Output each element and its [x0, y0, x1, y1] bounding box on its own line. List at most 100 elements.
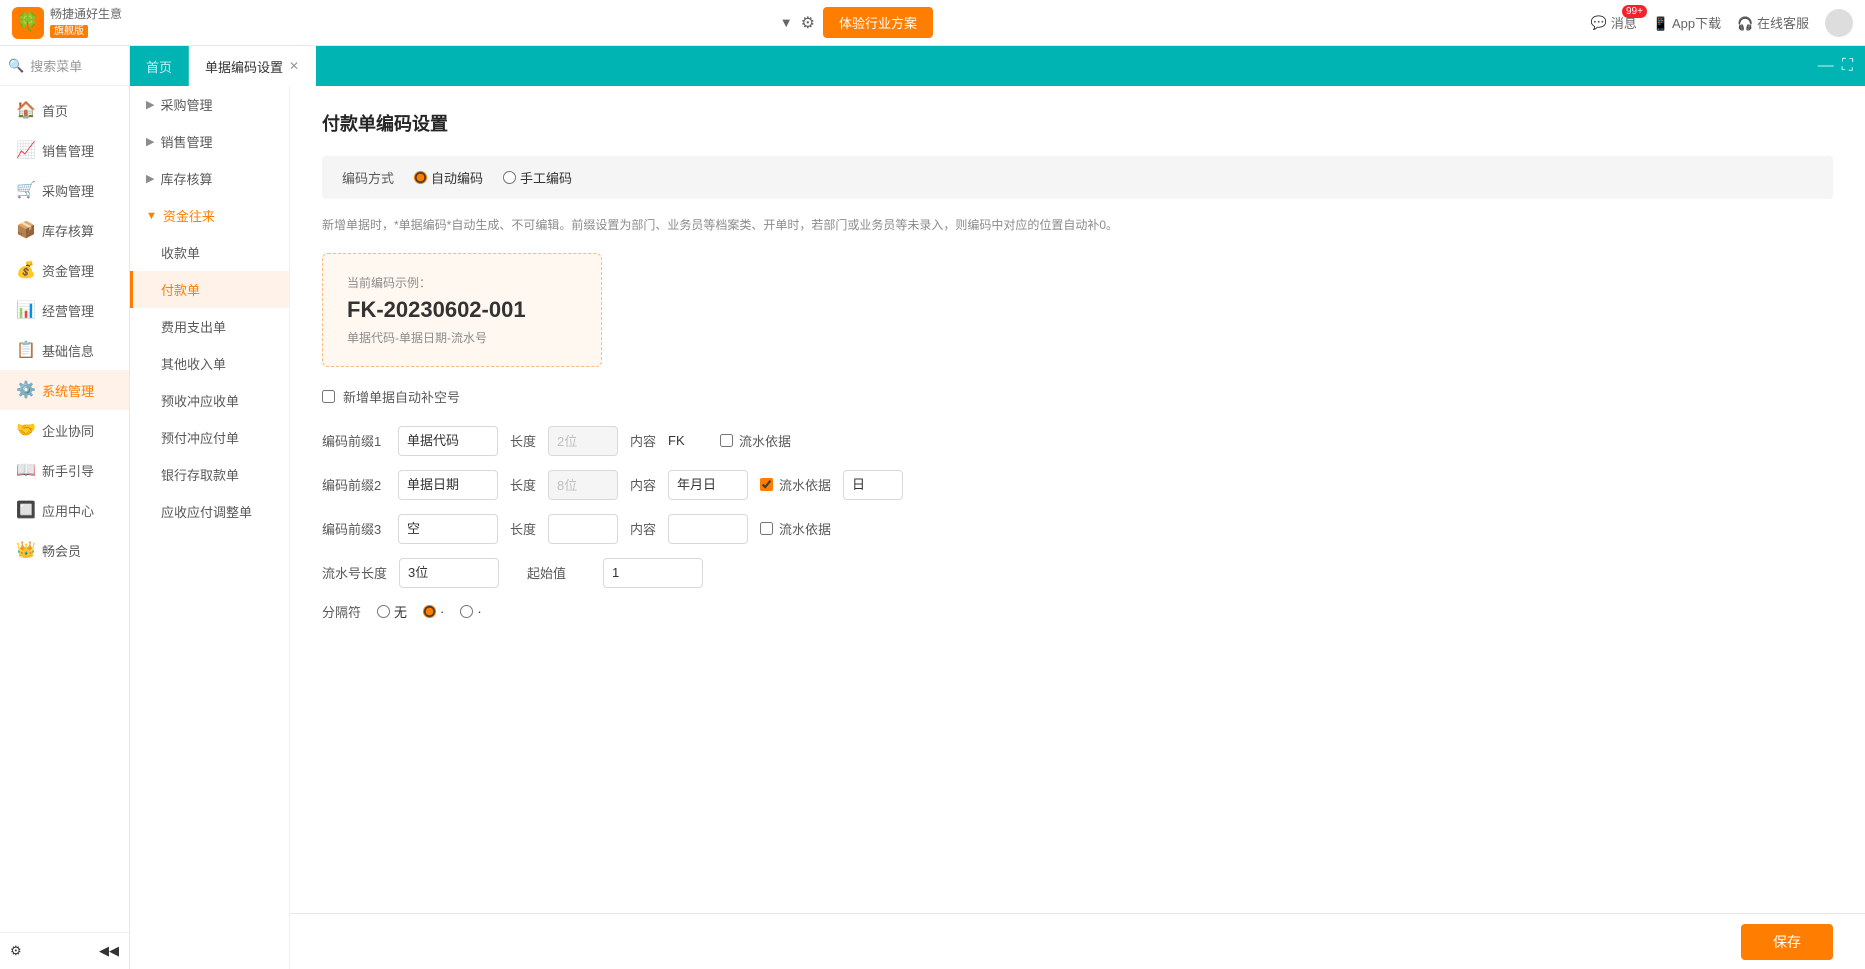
sidebar-item-guide[interactable]: 📖 新手引导 — [0, 450, 129, 490]
topbar-center: ▼ ⚙ 体验行业方案 — [780, 7, 933, 38]
sidebar-item-enterprise[interactable]: 🤝 企业协同 — [0, 410, 129, 450]
page-title: 付款单编码设置 — [322, 110, 1833, 136]
description-text: 新增单据时，*单据编码*自动生成、不可编辑。前缀设置为部门、业务员等档案类、开单… — [322, 215, 1833, 237]
app-download[interactable]: 📱 App下载 — [1653, 13, 1721, 32]
prefix1-select[interactable]: 单据代码 部门 业务员 — [398, 426, 498, 456]
submenu-item-receipt[interactable]: 收款单 — [130, 234, 289, 271]
encoding-method-row: 编码方式 自动编码 手工编码 — [322, 156, 1833, 199]
sep-dot2-radio[interactable]: · — [460, 604, 481, 619]
submenu: ▶ 采购管理 ▶ 销售管理 ▶ 库存核算 ▼ 资金往来 收款单 — [130, 86, 290, 969]
settings-icon[interactable]: ⚙ — [801, 13, 815, 33]
start-value-input[interactable] — [603, 558, 703, 588]
submenu-item-other-income[interactable]: 其他收入单 — [130, 345, 289, 382]
submenu-item-bank[interactable]: 银行存取款单 — [130, 456, 289, 493]
submenu-item-payment[interactable]: 付款单 — [130, 271, 289, 308]
sales-icon: 📈 — [16, 140, 34, 160]
sidebar-item-member[interactable]: 👑 畅会员 — [0, 530, 129, 570]
prefix1-length-input — [548, 426, 618, 456]
sidebar-bottom: ⚙ ◀◀ — [0, 932, 129, 969]
tab-home[interactable]: 首页 — [130, 46, 189, 86]
nav-dropdown[interactable]: ▼ — [780, 15, 793, 30]
submenu-purchase[interactable]: ▶ 采购管理 — [130, 86, 289, 123]
purchase-icon: 🛒 — [16, 180, 34, 200]
sidebar-item-home[interactable]: 🏠 首页 — [0, 90, 129, 130]
prefix3-content-input[interactable] — [668, 514, 748, 544]
tab-maximize-icon[interactable]: ⛶ — [1842, 57, 1853, 75]
tab-bar-right: — ⛶ — [1818, 57, 1865, 75]
prefix3-length-select[interactable]: 2位 4位 — [548, 514, 618, 544]
submenu-item-pre-payable[interactable]: 预付冲应付单 — [130, 419, 289, 456]
operations-icon: 📊 — [16, 300, 34, 320]
tab-bar: 首页 单据编码设置 ✕ — ⛶ — [130, 46, 1865, 86]
submenu-finance[interactable]: ▼ 资金往来 — [130, 197, 289, 234]
online-service[interactable]: 🎧 在线客服 — [1737, 13, 1809, 32]
sidebar-item-base[interactable]: 📋 基础信息 — [0, 330, 129, 370]
sidebar: 🔍 搜索菜单 🏠 首页 📈 销售管理 🛒 采购管理 📦 库存核算 💰 — [0, 46, 130, 969]
prefix2-flow-select[interactable]: 日 月 年 — [843, 470, 903, 500]
sidebar-nav: 🏠 首页 📈 销售管理 🛒 采购管理 📦 库存核算 💰 资金管理 📊 经 — [0, 86, 129, 932]
sidebar-item-finance[interactable]: 💰 资金管理 — [0, 250, 129, 290]
prefix-row-2: 编码前缀2 单据日期 部门 业务员 长度 内容 年月日 年月 年 — [322, 470, 1833, 500]
logo-icon: 🍀 — [12, 7, 44, 39]
content-wrapper: 首页 单据编码设置 ✕ — ⛶ ▶ 采购管理 ▶ 销售管理 — [130, 46, 1865, 969]
serial-length-row: 流水号长度 3位 4位 5位 起始值 — [322, 558, 1833, 588]
serial-length-select[interactable]: 3位 4位 5位 — [399, 558, 499, 588]
submenu-finance-items: 收款单 付款单 费用支出单 其他收入单 预收冲应收单 预付冲 — [130, 234, 289, 530]
main-content: 付款单编码设置 编码方式 自动编码 手工编码 — [290, 86, 1865, 913]
topbar-right: 💬 消息 99+ 📱 App下载 🎧 在线客服 — [1591, 9, 1853, 37]
inventory-icon: 📦 — [16, 220, 34, 240]
sidebar-item-sales[interactable]: 📈 销售管理 — [0, 130, 129, 170]
logo-area: 🍀 畅捷通好生意 旗舰版 — [12, 7, 122, 39]
logo-text: 畅捷通好生意 旗舰版 — [50, 7, 122, 38]
message-badge: 99+ — [1622, 5, 1647, 18]
sidebar-item-operations[interactable]: 📊 经营管理 — [0, 290, 129, 330]
sep-dot-radio[interactable]: · — [423, 604, 444, 619]
prefix2-flow-checkbox[interactable]: 流水依据 — [760, 475, 831, 494]
sidebar-search[interactable]: 🔍 搜索菜单 — [0, 46, 129, 86]
apps-icon: 🔲 — [16, 500, 34, 520]
home-icon: 🏠 — [16, 100, 34, 120]
sep-none-radio[interactable]: 无 — [377, 602, 407, 621]
finance-icon: 💰 — [16, 260, 34, 280]
separator-row: 分隔符 无 · · — [322, 602, 1833, 621]
prefix2-length-input — [548, 470, 618, 500]
user-avatar[interactable] — [1825, 9, 1853, 37]
prefix-row-3: 编码前缀3 空 部门 业务员 长度 2位 4位 内容 — [322, 514, 1833, 544]
prefix2-content-select[interactable]: 年月日 年月 年 — [668, 470, 748, 500]
bottom-bar: 保存 — [290, 913, 1865, 969]
topbar-left: 🍀 畅捷通好生意 旗舰版 — [12, 7, 122, 39]
tab-minimize-icon[interactable]: — — [1818, 57, 1834, 75]
search-icon: 🔍 — [8, 58, 24, 74]
auto-fill-checkbox[interactable] — [322, 390, 335, 403]
topbar: 🍀 畅捷通好生意 旗舰版 ▼ ⚙ 体验行业方案 💬 消息 99+ 📱 App下载… — [0, 0, 1865, 46]
message-area[interactable]: 💬 消息 99+ — [1591, 13, 1637, 32]
enterprise-icon: 🤝 — [16, 420, 34, 440]
sidebar-item-apps[interactable]: 🔲 应用中心 — [0, 490, 129, 530]
auto-code-radio[interactable]: 自动编码 — [414, 168, 483, 187]
prefix3-flow-checkbox[interactable]: 流水依据 — [760, 519, 831, 538]
save-button[interactable]: 保存 — [1741, 924, 1833, 960]
sidebar-item-purchase[interactable]: 🛒 采购管理 — [0, 170, 129, 210]
submenu-item-pre-receivable[interactable]: 预收冲应收单 — [130, 382, 289, 419]
prefix3-select[interactable]: 空 部门 业务员 — [398, 514, 498, 544]
submenu-inventory[interactable]: ▶ 库存核算 — [130, 160, 289, 197]
sidebar-item-system[interactable]: ⚙️ 系统管理 — [0, 370, 129, 410]
guide-icon: 📖 — [16, 460, 34, 480]
main-container: 🔍 搜索菜单 🏠 首页 📈 销售管理 🛒 采购管理 📦 库存核算 💰 — [0, 46, 1865, 969]
sidebar-item-inventory[interactable]: 📦 库存核算 — [0, 210, 129, 250]
system-icon: ⚙️ — [16, 380, 34, 400]
manual-code-radio[interactable]: 手工编码 — [503, 168, 572, 187]
tab-serial[interactable]: 单据编码设置 ✕ — [189, 46, 316, 86]
tab-close-icon[interactable]: ✕ — [289, 59, 299, 73]
submenu-item-expense[interactable]: 费用支出单 — [130, 308, 289, 345]
settings-bottom-icon[interactable]: ⚙ — [10, 943, 22, 959]
prefix1-flow-checkbox[interactable]: 流水依据 — [720, 431, 791, 450]
collapse-icon[interactable]: ◀◀ — [99, 943, 119, 959]
base-icon: 📋 — [16, 340, 34, 360]
submenu-sales[interactable]: ▶ 销售管理 — [130, 123, 289, 160]
message-icon: 💬 — [1591, 15, 1607, 31]
prefix2-select[interactable]: 单据日期 部门 业务员 — [398, 470, 498, 500]
trial-button[interactable]: 体验行业方案 — [823, 7, 933, 38]
prefix-row-1: 编码前缀1 单据代码 部门 业务员 长度 内容 FK 流水依据 — [322, 426, 1833, 456]
submenu-item-adjustment[interactable]: 应收应付调整单 — [130, 493, 289, 530]
